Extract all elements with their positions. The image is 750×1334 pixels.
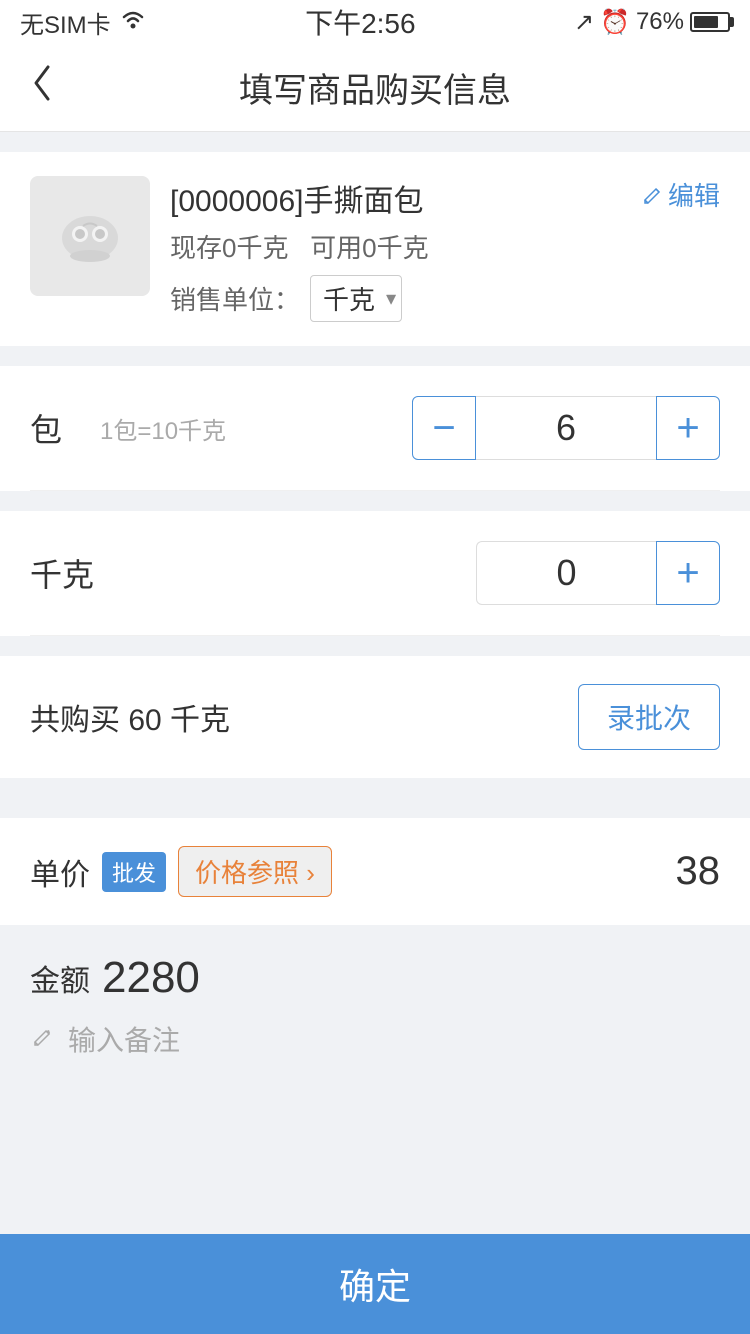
package-hint: 1包=10千克 (100, 411, 412, 446)
location-icon: ↗ (574, 8, 594, 37)
amount-section: 金额 2280 输入备注 (0, 925, 750, 1079)
price-row: 单价 批发 价格参照 › 38 (30, 846, 720, 897)
kilogram-qty-input[interactable] (476, 541, 656, 605)
separator (0, 778, 750, 798)
kilogram-label: 千克 (30, 550, 94, 596)
note-row[interactable]: 输入备注 (30, 1019, 720, 1059)
package-section: 包 1包=10千克 − + (0, 366, 750, 491)
kilogram-plus-button[interactable]: + (656, 541, 720, 605)
note-hint[interactable]: 输入备注 (68, 1019, 180, 1059)
amount-value: 2280 (102, 953, 200, 1003)
status-bar: 无SIM卡 下午2:56 ↗ ⏰ 76% (0, 0, 750, 44)
package-qty-input[interactable] (476, 396, 656, 460)
alarm-icon: ⏰ (600, 8, 630, 37)
back-button[interactable] (30, 63, 90, 112)
kilogram-qty-controls: + (476, 541, 720, 605)
package-qty-row: 包 1包=10千克 − + (30, 366, 720, 491)
status-left: 无SIM卡 (20, 5, 147, 40)
amount-row: 金额 2280 (30, 953, 720, 1003)
price-label-group: 单价 批发 价格参照 › (30, 846, 332, 897)
price-label: 单价 (30, 850, 90, 894)
price-section: 单价 批发 价格参照 › 38 (0, 818, 750, 925)
confirm-bar[interactable]: 确定 (0, 1234, 750, 1334)
nav-bar: 填写商品购买信息 (0, 44, 750, 132)
product-card: [0000006]手撕面包 编辑 现存0千克 可用0千克 销售单位： 千克 ▾ (0, 152, 750, 346)
total-text: 共购买 60 千克 (30, 695, 230, 739)
unit-label: 销售单位： (170, 280, 300, 317)
unit-select-wrapper[interactable]: 千克 ▾ (310, 275, 402, 322)
price-value: 38 (676, 849, 721, 894)
battery-icon (690, 12, 730, 32)
package-minus-button[interactable]: − (412, 396, 476, 460)
product-name-row: [0000006]手撕面包 编辑 (170, 176, 720, 220)
pencil-icon (30, 1022, 58, 1057)
product-unit-row: 销售单位： 千克 ▾ (170, 275, 720, 322)
battery-percent: 76% (636, 8, 684, 36)
product-stock: 现存0千克 可用0千克 (170, 228, 720, 265)
price-ref-button[interactable]: 价格参照 › (178, 846, 332, 897)
product-image (30, 176, 150, 296)
carrier-text: 无SIM卡 (20, 5, 111, 40)
batch-button[interactable]: 录批次 (578, 684, 720, 750)
product-name: [0000006]手撕面包 (170, 176, 642, 220)
amount-label: 金额 (30, 956, 90, 1000)
edit-label: 编辑 (668, 176, 720, 213)
page-title: 填写商品购买信息 (239, 63, 511, 112)
edit-button[interactable]: 编辑 (642, 176, 720, 213)
status-right: ↗ ⏰ 76% (574, 8, 730, 37)
wifi-icon (119, 8, 147, 36)
package-plus-button[interactable]: + (656, 396, 720, 460)
confirm-btn-text: 确定 (339, 1258, 411, 1310)
product-info: [0000006]手撕面包 编辑 现存0千克 可用0千克 销售单位： 千克 ▾ (170, 176, 720, 322)
package-qty-controls: − + (412, 396, 720, 460)
kilogram-section: 千克 + (0, 511, 750, 636)
status-time: 下午2:56 (305, 2, 416, 42)
package-label: 包 (30, 405, 90, 451)
kilogram-qty-row: 千克 + (30, 511, 720, 636)
price-tag: 批发 (102, 852, 166, 892)
total-row: 共购买 60 千克 录批次 (0, 656, 750, 778)
